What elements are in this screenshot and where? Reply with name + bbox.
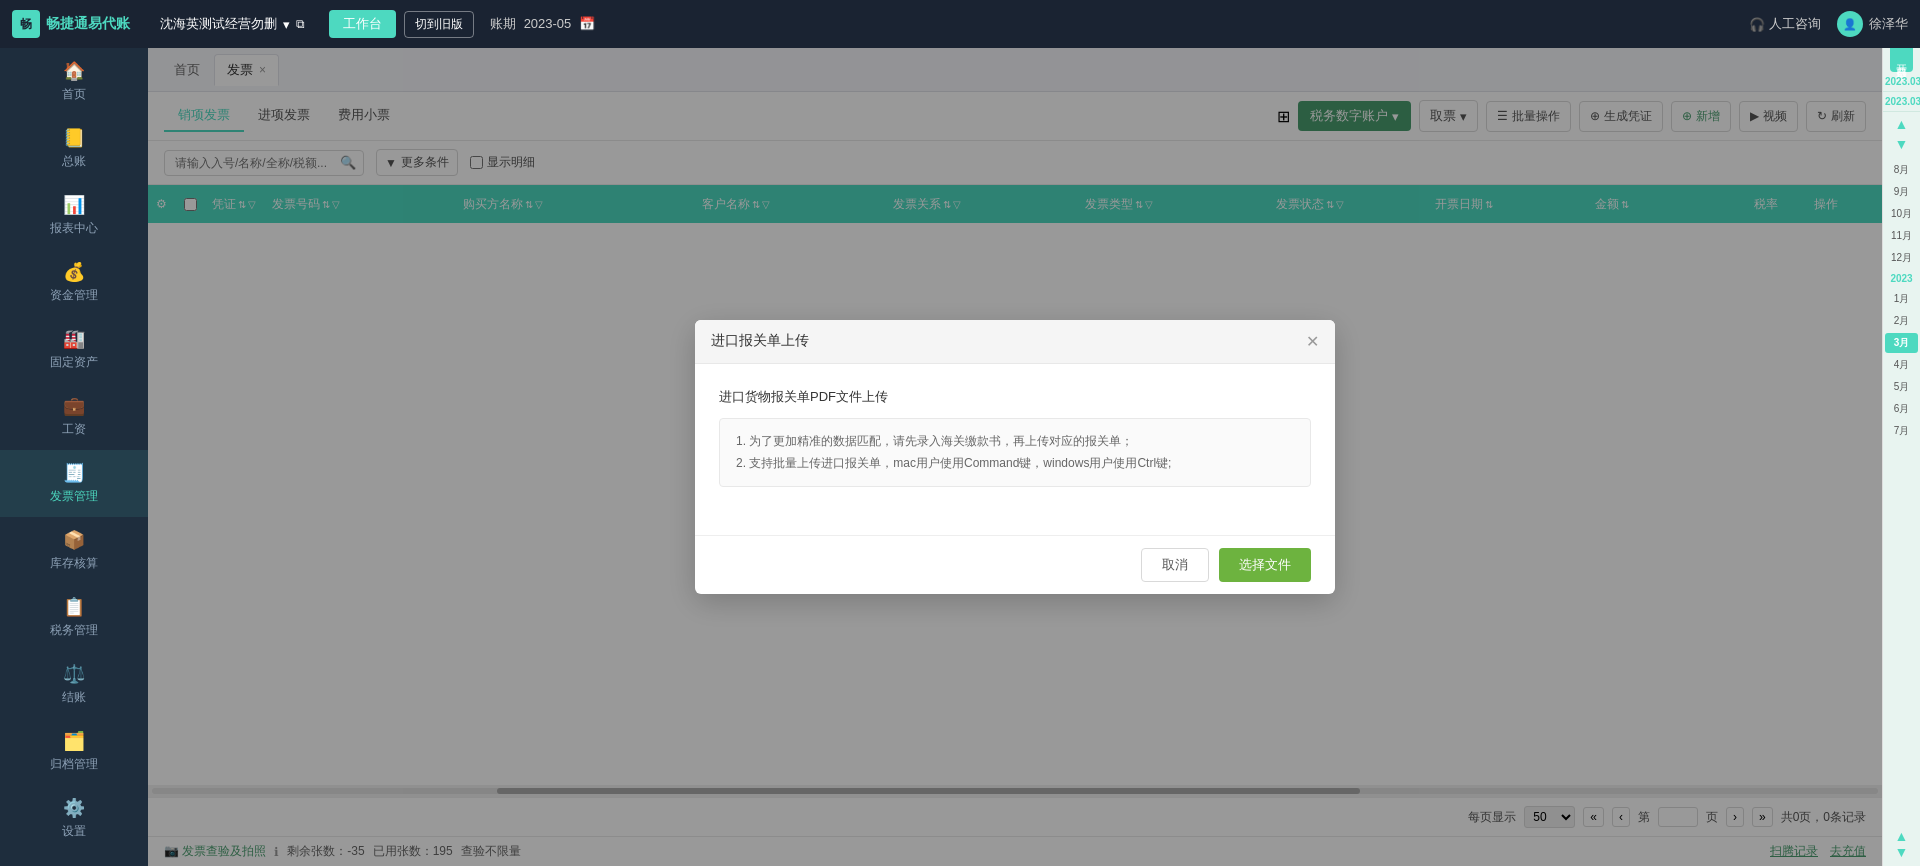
modal-title: 进口报关单上传 — [711, 332, 809, 350]
period-9[interactable]: 9月 — [1885, 182, 1918, 202]
period-year-2023[interactable]: 2023 — [1885, 270, 1918, 287]
sidebar-label-reports: 报表中心 — [50, 220, 98, 237]
period-1[interactable]: 1月 — [1885, 289, 1918, 309]
modal-overlay[interactable]: 进口报关单上传 ✕ 进口货物报关单PDF文件上传 1. 为了更加精准的数据匹配，… — [148, 48, 1882, 866]
right-panel: 开票日期 2023.03 2023.03 ▲ ▼ 8月 9月 10月 11月 1… — [1882, 48, 1920, 866]
period-10[interactable]: 10月 — [1885, 204, 1918, 224]
modal-section-title: 进口货物报关单PDF文件上传 — [719, 388, 1311, 406]
tax-icon: 📋 — [63, 596, 85, 618]
modal-info-box: 1. 为了更加精准的数据匹配，请先录入海关缴款书，再上传对应的报关单； 2. 支… — [719, 418, 1311, 487]
modal-header: 进口报关单上传 ✕ — [695, 320, 1335, 364]
modal-select-file-button[interactable]: 选择文件 — [1219, 548, 1311, 582]
sidebar-label-tax: 税务管理 — [50, 622, 98, 639]
period-arrows: ▲ ▼ — [1891, 112, 1913, 156]
sidebar-item-ledger[interactable]: 📒 总账 — [0, 115, 148, 182]
sidebar-item-inventory[interactable]: 📦 库存核算 — [0, 517, 148, 584]
sidebar-item-settlement[interactable]: ⚖️ 结账 — [0, 651, 148, 718]
period-selector-btn[interactable]: 开票日期 — [1890, 48, 1913, 72]
sidebar-label-inventory: 库存核算 — [50, 555, 98, 572]
period-info: 账期 2023-05 📅 — [490, 15, 595, 33]
home-icon: 🏠 — [63, 60, 85, 82]
period-up-btn[interactable]: ▲ — [1895, 116, 1909, 132]
modal-info-item-1: 1. 为了更加精准的数据匹配，请先录入海关缴款书，再上传对应的报关单； — [736, 431, 1294, 453]
sidebar-item-tax[interactable]: 📋 税务管理 — [0, 584, 148, 651]
period-6[interactable]: 6月 — [1885, 399, 1918, 419]
reports-icon: 📊 — [63, 194, 85, 216]
logo-area: 畅 畅捷通易代账 — [12, 10, 152, 38]
assets-icon: 🏭 — [63, 328, 85, 350]
sidebar-item-funds[interactable]: 💰 资金管理 — [0, 249, 148, 316]
top-bar: 畅 畅捷通易代账 沈海英测试经营勿删 ▾ ⧉ 工作台 切到旧版 账期 2023-… — [0, 0, 1920, 48]
top-bar-right: 🎧 人工咨询 👤 徐泽华 — [1749, 11, 1908, 37]
period-8[interactable]: 8月 — [1885, 160, 1918, 180]
sidebar: 🏠 首页 📒 总账 📊 报表中心 💰 资金管理 🏭 固定资产 💼 工资 🧾 发票… — [0, 48, 148, 866]
period-4[interactable]: 4月 — [1885, 355, 1918, 375]
user-name: 徐泽华 — [1869, 15, 1908, 33]
user-info[interactable]: 👤 徐泽华 — [1837, 11, 1908, 37]
sidebar-label-settings: 设置 — [62, 823, 86, 840]
salary-icon: 💼 — [63, 395, 85, 417]
sidebar-label-invoice: 发票管理 — [50, 488, 98, 505]
company-selector[interactable]: 沈海英测试经营勿删 ▾ ⧉ — [152, 11, 313, 37]
avatar: 👤 — [1837, 11, 1863, 37]
modal-body: 进口货物报关单PDF文件上传 1. 为了更加精准的数据匹配，请先录入海关缴款书，… — [695, 364, 1335, 535]
period-collapse-up[interactable]: ▲ — [1895, 828, 1909, 844]
invoice-icon: 🧾 — [63, 462, 85, 484]
top-bar-center: 工作台 切到旧版 账期 2023-05 📅 — [329, 10, 595, 38]
old-version-button[interactable]: 切到旧版 — [404, 11, 474, 38]
period-3[interactable]: 3月 — [1885, 333, 1918, 353]
sidebar-item-invoice[interactable]: 🧾 发票管理 — [0, 450, 148, 517]
period-down-btn[interactable]: ▼ — [1895, 136, 1909, 152]
company-name: 沈海英测试经营勿删 — [160, 15, 277, 33]
sidebar-item-settings[interactable]: ⚙️ 设置 — [0, 785, 148, 852]
period-2[interactable]: 2月 — [1885, 311, 1918, 331]
headset-icon: 🎧 — [1749, 17, 1765, 32]
modal-cancel-button[interactable]: 取消 — [1141, 548, 1209, 582]
sidebar-label-ledger: 总账 — [62, 153, 86, 170]
workspace-button[interactable]: 工作台 — [329, 10, 396, 38]
period-collapse-down[interactable]: ▼ — [1895, 844, 1909, 860]
logo-text: 畅捷通易代账 — [46, 15, 130, 33]
dropdown-icon: ▾ — [283, 17, 290, 32]
modal-info-item-2: 2. 支持批量上传进口报关单，mac用户使用Command键，windows用户… — [736, 453, 1294, 475]
inventory-icon: 📦 — [63, 529, 85, 551]
modal-footer: 取消 选择文件 — [695, 535, 1335, 594]
sidebar-label-salary: 工资 — [62, 421, 86, 438]
logo-icon: 畅 — [12, 10, 40, 38]
sidebar-label-funds: 资金管理 — [50, 287, 98, 304]
period-11[interactable]: 11月 — [1885, 226, 1918, 246]
support-button[interactable]: 🎧 人工咨询 — [1749, 15, 1821, 33]
funds-icon: 💰 — [63, 261, 85, 283]
import-customs-modal: 进口报关单上传 ✕ 进口货物报关单PDF文件上传 1. 为了更加精准的数据匹配，… — [695, 320, 1335, 594]
sidebar-item-reports[interactable]: 📊 报表中心 — [0, 182, 148, 249]
period-header-2: 2023.03 — [1883, 92, 1920, 112]
period-12[interactable]: 12月 — [1885, 248, 1918, 268]
sidebar-label-assets: 固定资产 — [50, 354, 98, 371]
sidebar-item-salary[interactable]: 💼 工资 — [0, 383, 148, 450]
sidebar-item-home[interactable]: 🏠 首页 — [0, 48, 148, 115]
modal-close-button[interactable]: ✕ — [1306, 332, 1319, 351]
ledger-icon: 📒 — [63, 127, 85, 149]
period-7[interactable]: 7月 — [1885, 421, 1918, 441]
period-5[interactable]: 5月 — [1885, 377, 1918, 397]
sidebar-label-home: 首页 — [62, 86, 86, 103]
period-header-1: 2023.03 — [1883, 72, 1920, 92]
sidebar-label-archive: 归档管理 — [50, 756, 98, 773]
settlement-icon: ⚖️ — [63, 663, 85, 685]
copy-icon: ⧉ — [296, 17, 305, 31]
sidebar-item-assets[interactable]: 🏭 固定资产 — [0, 316, 148, 383]
sidebar-item-archive[interactable]: 🗂️ 归档管理 — [0, 718, 148, 785]
sidebar-label-settlement: 结账 — [62, 689, 86, 706]
period-list: 8月 9月 10月 11月 12月 2023 1月 2月 3月 4月 5月 6月… — [1883, 156, 1920, 445]
settings-icon: ⚙️ — [63, 797, 85, 819]
archive-icon: 🗂️ — [63, 730, 85, 752]
sidebar-item-guide[interactable]: 🎓 新手引导 — [0, 852, 148, 866]
